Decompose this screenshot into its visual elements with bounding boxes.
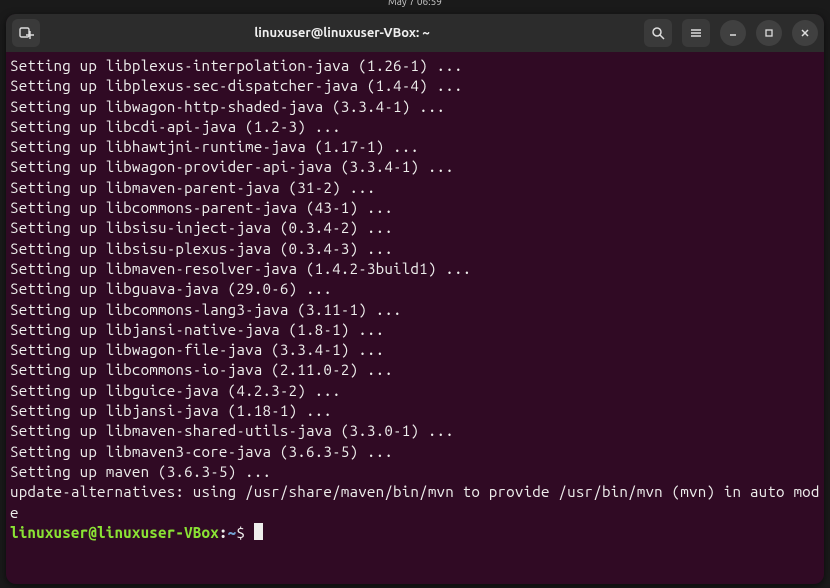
maximize-button[interactable] <box>756 20 782 46</box>
prompt-colon: : <box>219 524 228 541</box>
desktop-topbar: May 7 06:59 <box>0 0 830 8</box>
prompt-symbol: $ <box>236 524 245 541</box>
close-icon <box>799 27 811 39</box>
new-tab-button[interactable] <box>12 19 40 47</box>
menu-button[interactable] <box>682 19 710 47</box>
prompt-user-host: linuxuser@linuxuser-VBox <box>10 524 219 541</box>
window-title: linuxuser@linuxuser-VBox: ~ <box>46 26 638 40</box>
titlebar: linuxuser@linuxuser-VBox: ~ <box>6 14 824 52</box>
cursor <box>254 523 263 540</box>
minimize-button[interactable] <box>720 20 746 46</box>
hamburger-icon <box>689 26 703 40</box>
terminal-output[interactable]: Setting up libplexus-interpolation-java … <box>6 52 824 584</box>
output-lines: Setting up libplexus-interpolation-java … <box>10 57 820 521</box>
topbar-datetime: May 7 06:59 <box>388 0 442 7</box>
minimize-icon <box>727 27 739 39</box>
search-button[interactable] <box>644 19 672 47</box>
new-tab-icon <box>18 25 34 41</box>
terminal-window: linuxuser@linuxuser-VBox: ~ <box>6 14 824 584</box>
maximize-icon <box>763 27 775 39</box>
search-icon <box>651 26 665 40</box>
close-button[interactable] <box>792 20 818 46</box>
